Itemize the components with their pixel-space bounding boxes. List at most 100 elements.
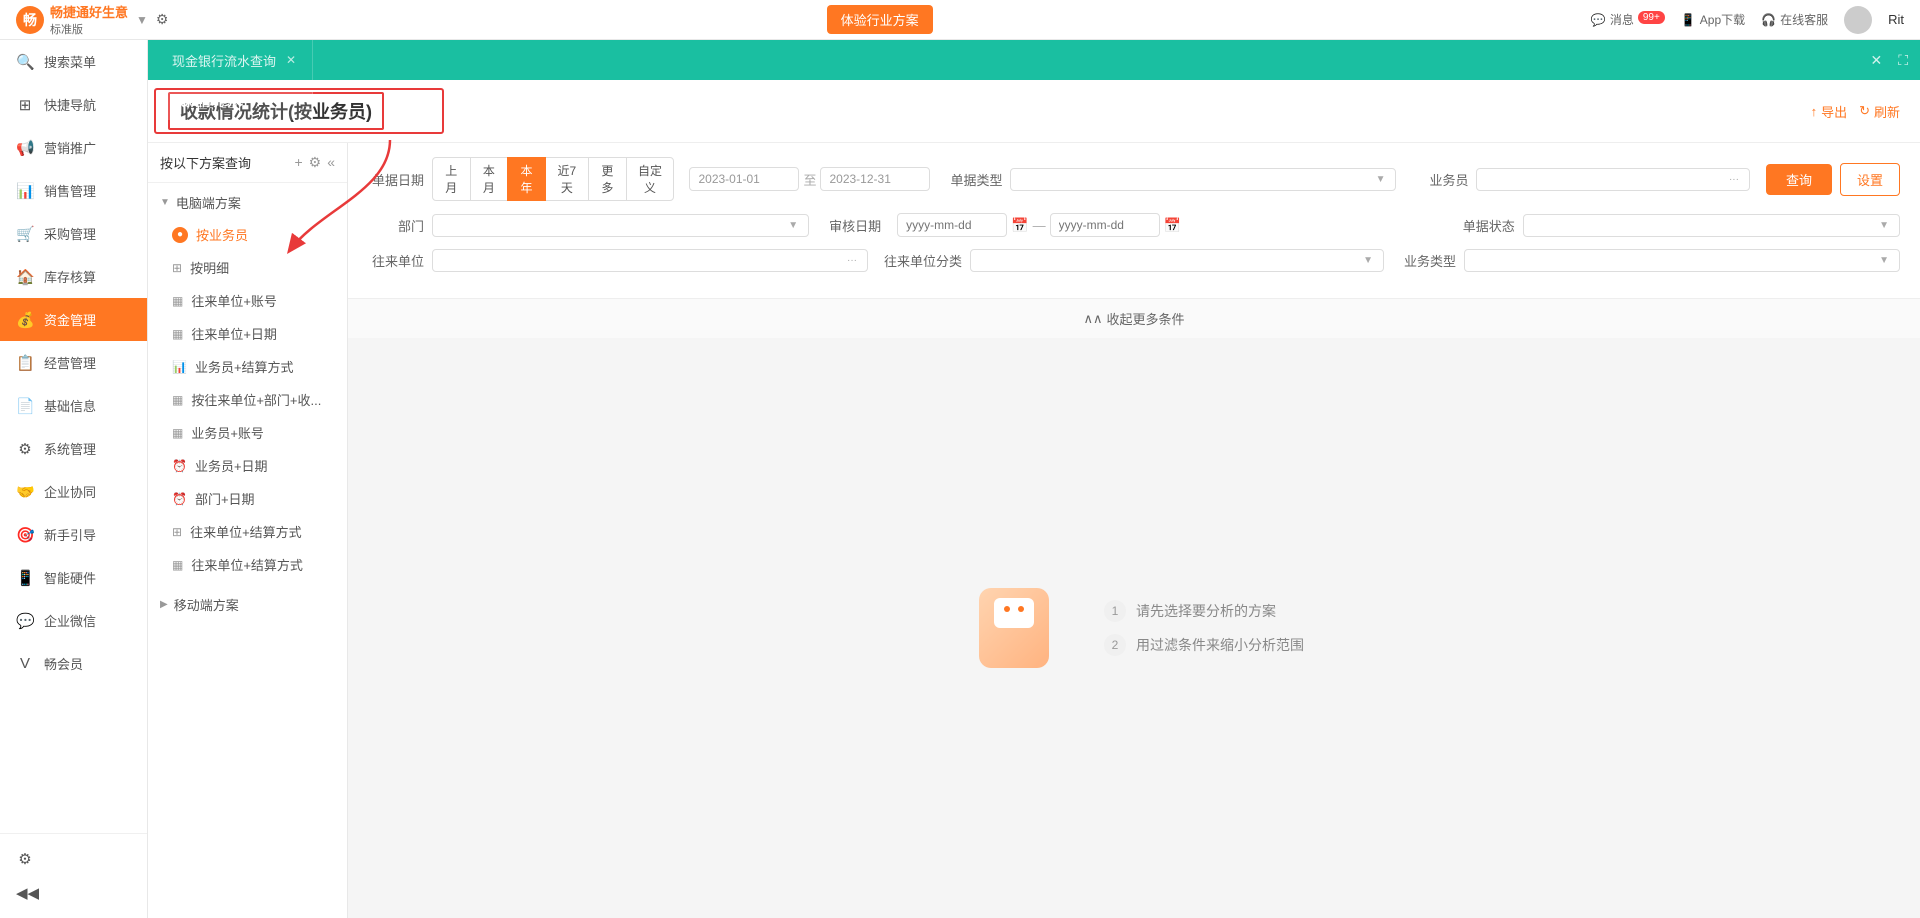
date-end-input[interactable]	[820, 167, 930, 191]
sidebar-item-finance[interactable]: 💰 资金管理	[0, 298, 147, 341]
tab-collection-stat[interactable]: 收款情况统计✕	[156, 80, 313, 120]
sidebar-item-member[interactable]: V 畅会员	[0, 642, 147, 685]
sidebar-label-enterprise: 企业协同	[44, 482, 96, 501]
unit-select[interactable]: ···	[432, 249, 868, 272]
scheme-add-button[interactable]: +	[294, 154, 302, 171]
doctype-select[interactable]: ▼	[1010, 168, 1396, 191]
scheme-item-unit-account[interactable]: ▦往来单位+账号	[148, 284, 347, 317]
sidebar-item-search-menu[interactable]: 🔍 搜索菜单	[0, 40, 147, 83]
settings-icon[interactable]: ⚙	[156, 11, 169, 28]
tab-close-bank-flow[interactable]: ✕	[286, 53, 296, 67]
export-button[interactable]: ↑ 导出	[1811, 102, 1848, 121]
scheme-icon-unit-date: ▦	[172, 327, 183, 341]
window-close-icon[interactable]: ✕	[1866, 52, 1886, 69]
sidebar-item-settings[interactable]: ⚙	[0, 842, 147, 876]
docstatus-select[interactable]: ▼	[1523, 214, 1900, 237]
sidebar-item-new-guide[interactable]: 🎯 新手引导	[0, 513, 147, 556]
date-more[interactable]: 更多	[588, 157, 627, 201]
review-start-input[interactable]	[897, 213, 1007, 237]
trial-button[interactable]: 体验行业方案	[827, 5, 933, 34]
biz-type-label: 业务类型	[1400, 251, 1456, 270]
dept-select[interactable]: ▼	[432, 214, 809, 237]
scheme-item-sales-account[interactable]: ▦业务员+账号	[148, 416, 347, 449]
scheme-item-by-salesperson[interactable]: ●按业务员	[148, 218, 347, 251]
sidebar-icon-quick-nav: ⊞	[16, 96, 34, 114]
sidebar-item-quick-nav[interactable]: ⊞ 快捷导航	[0, 83, 147, 126]
scheme-item-unit-settle2[interactable]: ▦往来单位+结算方式	[148, 548, 347, 581]
scheme-item-by-detail[interactable]: ⊞按明细	[148, 251, 347, 284]
sidebar-label-smart-hw: 智能硬件	[44, 568, 96, 587]
scheme-item-label-unit-date: 往来单位+日期	[191, 324, 277, 343]
sidebar-icon-enterprise: 🤝	[16, 483, 34, 501]
user-avatar[interactable]	[1844, 6, 1872, 34]
collapse-bar[interactable]: ∧∧ 收起更多条件	[348, 298, 1920, 338]
scheme-item-unit-date[interactable]: ▦ 往来单位+日期	[148, 317, 347, 350]
scheme-item-unit-dept-coll[interactable]: ▦按往来单位+部门+收...	[148, 383, 347, 416]
sidebar-label-member: 畅会员	[44, 654, 83, 673]
sidebar-item-collapse[interactable]: ◀◀	[0, 876, 147, 910]
date-last7[interactable]: 近7天	[545, 157, 589, 201]
scheme-section-title-pc[interactable]: ▼ 电脑端方案	[148, 187, 347, 218]
sidebar-item-inventory[interactable]: 🏠 库存核算	[0, 255, 147, 298]
filter-biz-type-item: 业务类型 ▼	[1400, 249, 1900, 272]
scheme-dot-by-salesperson: ●	[172, 227, 188, 243]
scheme-section-title-mobile[interactable]: ▶ 移动端方案	[148, 589, 347, 620]
tab-bank-flow[interactable]: 现金银行流水查询✕	[156, 40, 313, 80]
scheme-item-dept-date[interactable]: ⏰ 部门+日期	[148, 482, 347, 515]
scheme-section-mobile: ▶ 移动端方案	[148, 585, 347, 624]
scheme-panel-header: 按以下方案查询 + ⚙ «	[148, 143, 347, 183]
scheme-item-label-unit-settle1: 往来单位+结算方式	[190, 522, 302, 541]
date-custom[interactable]: 自定义	[626, 157, 675, 201]
set-button[interactable]: 设置	[1840, 163, 1900, 196]
scheme-panel-title: 按以下方案查询	[160, 153, 251, 172]
scheme-collapse-button[interactable]: «	[327, 154, 335, 171]
top-bar: 畅 畅捷通好生意 标准版 ▼ ⚙ 体验行业方案 💬 消息 99+ 📱 App下载…	[0, 0, 1920, 40]
unit-category-select[interactable]: ▼	[970, 249, 1384, 272]
sidebar-item-purchase[interactable]: 🛒 采购管理	[0, 212, 147, 255]
scheme-section-pc: ▼ 电脑端方案 ●按业务员⊞按明细▦往来单位+账号 ▦ 往来单位+日期 📊业务员+结算…	[148, 183, 347, 585]
scheme-item-sales-date[interactable]: ⏰业务员+日期	[148, 449, 347, 482]
sidebar-item-operations[interactable]: 📋 经营管理	[0, 341, 147, 384]
sidebar-item-sales[interactable]: 📊 销售管理	[0, 169, 147, 212]
date-start-input[interactable]	[689, 167, 799, 191]
page-container: 收款情况统计(按业务员) ↑ 导出 ↻ 刷新	[148, 80, 1920, 918]
biz-type-select[interactable]: ▼	[1464, 249, 1900, 272]
scheme-icon-sales-date: ⏰	[172, 459, 187, 473]
date-last-month[interactable]: 上月	[432, 157, 471, 201]
sidebar-item-marketing[interactable]: 📢 营销推广	[0, 126, 147, 169]
sidebar-item-basic-info[interactable]: 📄 基础信息	[0, 384, 147, 427]
date-this-month[interactable]: 本月	[470, 157, 509, 201]
refresh-button[interactable]: ↻ 刷新	[1859, 102, 1900, 121]
sidebar-icon-member: V	[16, 655, 34, 672]
online-service-button[interactable]: 🎧 在线客服	[1761, 11, 1828, 28]
date-this-year[interactable]: 本年	[507, 157, 546, 201]
salesperson-select[interactable]: ···	[1476, 168, 1750, 191]
sidebar-icon-sales: 📊	[16, 182, 34, 200]
tab-close-collection-stat[interactable]: ✕	[260, 93, 270, 107]
scheme-item-label-unit-dept-coll: 按往来单位+部门+收...	[191, 390, 321, 409]
sidebar-item-enterprise-wechat[interactable]: 💬 企业微信	[0, 599, 147, 642]
doctype-label: 单据类型	[946, 170, 1002, 189]
sidebar-label-finance: 资金管理	[44, 310, 96, 329]
sidebar-item-enterprise[interactable]: 🤝 企业协同	[0, 470, 147, 513]
scheme-settings-button[interactable]: ⚙	[309, 154, 322, 171]
sidebar-item-system[interactable]: ⚙ 系统管理	[0, 427, 147, 470]
section-arrow-pc: ▼	[160, 197, 170, 208]
scheme-item-label-dept-date: 部门+日期	[195, 489, 255, 508]
scheme-icon-dept-date: ⏰	[172, 492, 187, 506]
logo-dropdown-icon[interactable]: ▼	[136, 13, 148, 27]
query-button[interactable]: 查询	[1766, 164, 1832, 195]
section-label-mobile: 移动端方案	[174, 595, 239, 614]
messages-button[interactable]: 💬 消息 99+	[1591, 11, 1665, 28]
sidebar: 🔍 搜索菜单 ⊞ 快捷导航 📢 营销推广 📊 销售管理 🛒 采购管理 🏠 库存核…	[0, 40, 148, 918]
scheme-item-sales-settle[interactable]: 📊业务员+结算方式	[148, 350, 347, 383]
scheme-icon-by-detail: ⊞	[172, 261, 182, 275]
review-end-input[interactable]	[1050, 213, 1160, 237]
scheme-item-label-sales-account: 业务员+账号	[191, 423, 264, 442]
sidebar-item-smart-hw[interactable]: 📱 智能硬件	[0, 556, 147, 599]
robot-face	[994, 598, 1034, 628]
scheme-item-unit-settle1[interactable]: ⊞往来单位+结算方式	[148, 515, 347, 548]
window-maximize-icon[interactable]: ⛶	[1894, 52, 1912, 69]
app-download-button[interactable]: 📱 App下载	[1681, 11, 1745, 28]
sidebar-label-basic-info: 基础信息	[44, 396, 96, 415]
